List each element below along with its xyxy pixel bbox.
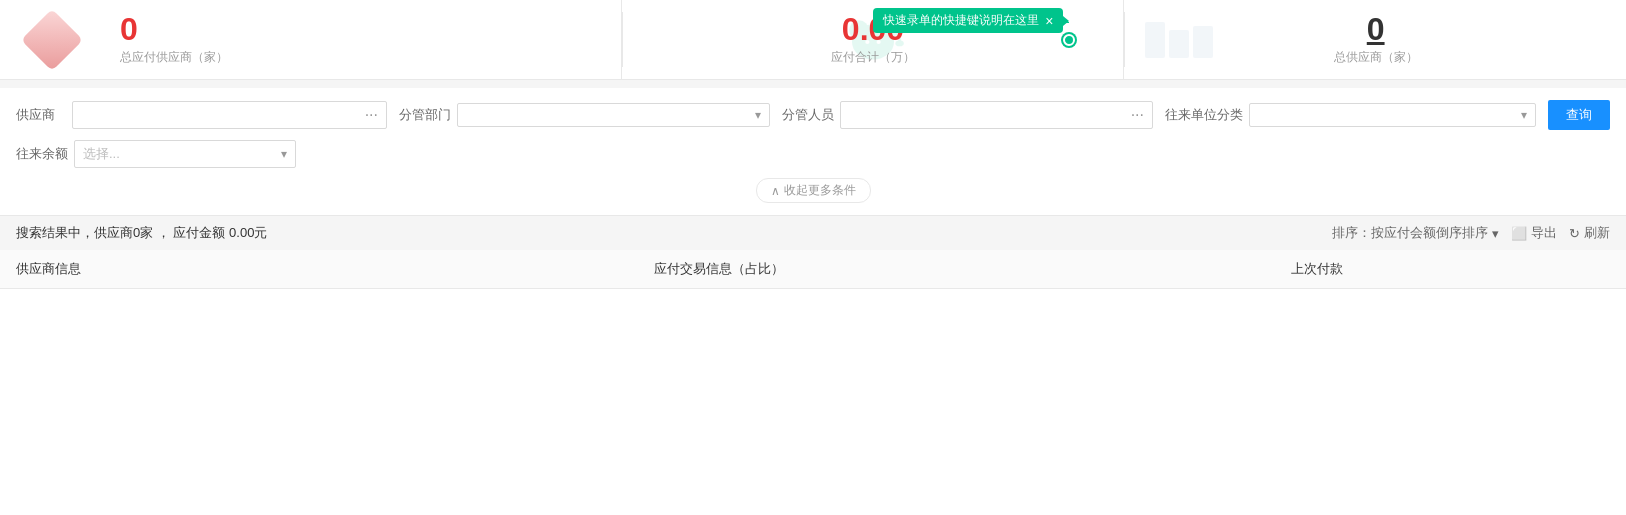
collapse-button[interactable]: ∧ 收起更多条件 xyxy=(756,178,871,203)
payable-suppliers-label: 总应付供应商（家） xyxy=(120,49,228,66)
stat-card-payable-suppliers: 0 总应付供应商（家） xyxy=(0,0,622,79)
table-col-supplier-info: 供应商信息 xyxy=(16,260,654,278)
table-body xyxy=(0,289,1626,515)
balance-placeholder: 选择... xyxy=(83,145,120,163)
result-amount: 应付金额 0.00元 xyxy=(173,225,267,240)
stats-section: 0 总应付供应商（家） 0.00 应付合计（万） 快速录单的快捷 xyxy=(0,0,1626,80)
balance-filter: 往来余额 选择... ▾ xyxy=(16,140,296,168)
filter-row-2: 往来余额 选择... ▾ xyxy=(16,140,1610,168)
refresh-icon: ↻ xyxy=(1569,226,1580,241)
department-arrow-icon: ▾ xyxy=(755,108,761,122)
result-info: 搜索结果中，供应商0家 ， 应付金额 0.00元 xyxy=(16,224,267,242)
total-suppliers-label: 总供应商（家） xyxy=(1334,49,1418,66)
collapse-arrow-icon: ∧ xyxy=(771,184,780,198)
sort-label: 排序：按应付会额倒序排序 xyxy=(1332,224,1488,242)
department-filter: 分管部门 ▾ xyxy=(399,103,770,127)
stat-card-payable-total: 0.00 应付合计（万） 快速录单的快捷键说明在这里 × xyxy=(623,0,1125,79)
person-input[interactable] xyxy=(849,108,1131,123)
department-select[interactable]: ▾ xyxy=(457,103,770,127)
result-text: 搜索结果中，供应商0家 xyxy=(16,225,153,240)
balance-label: 往来余额 xyxy=(16,145,68,163)
export-icon: ⬜ xyxy=(1511,226,1527,241)
person-input-wrapper[interactable]: ··· xyxy=(840,101,1153,129)
tooltip-dot xyxy=(1063,34,1075,46)
tooltip-text: 快速录单的快捷键说明在这里 xyxy=(883,12,1039,29)
stat-card-total-suppliers: 0 总供应商（家） xyxy=(1125,0,1626,79)
supplier-label: 供应商 xyxy=(16,106,66,124)
unit-category-filter: 往来单位分类 ▾ xyxy=(1165,103,1536,127)
shortcut-tooltip: 快速录单的快捷键说明在这里 × xyxy=(873,8,1063,33)
balance-select[interactable]: 选择... ▾ xyxy=(74,140,296,168)
supplier-input-wrapper[interactable]: ··· xyxy=(72,101,387,129)
collapse-row: ∧ 收起更多条件 xyxy=(16,178,1610,203)
person-label: 分管人员 xyxy=(782,106,834,124)
total-suppliers-content: 0 总供应商（家） xyxy=(1334,13,1418,66)
table-header: 供应商信息 应付交易信息（占比） 上次付款 xyxy=(0,250,1626,289)
export-label: 导出 xyxy=(1531,224,1557,242)
bg-boxes xyxy=(1145,22,1213,58)
supplier-input[interactable] xyxy=(81,108,365,123)
person-dots-icon[interactable]: ··· xyxy=(1131,106,1144,124)
result-bar: 搜索结果中，供应商0家 ， 应付金额 0.00元 排序：按应付会额倒序排序 ▾ … xyxy=(0,216,1626,250)
filter-row-1: 供应商 ··· 分管部门 ▾ 分管人员 ··· 往来单位分类 xyxy=(16,100,1610,130)
balance-arrow-icon: ▾ xyxy=(281,147,287,161)
payable-total-label: 应付合计（万） xyxy=(831,49,915,66)
result-bar-actions: 排序：按应付会额倒序排序 ▾ ⬜ 导出 ↻ 刷新 xyxy=(1332,224,1610,242)
query-button[interactable]: 查询 xyxy=(1548,100,1610,130)
sort-arrow-icon: ▾ xyxy=(1492,226,1499,241)
refresh-label: 刷新 xyxy=(1584,224,1610,242)
unit-category-arrow-icon: ▾ xyxy=(1521,108,1527,122)
unit-category-select[interactable]: ▾ xyxy=(1249,103,1536,127)
sort-button[interactable]: 排序：按应付会额倒序排序 ▾ xyxy=(1332,224,1499,242)
person-filter: 分管人员 ··· xyxy=(782,101,1153,129)
supplier-filter: 供应商 ··· xyxy=(16,101,387,129)
unit-category-label: 往来单位分类 xyxy=(1165,106,1243,124)
supplier-dots-icon[interactable]: ··· xyxy=(365,106,378,124)
table-section: 供应商信息 应付交易信息（占比） 上次付款 xyxy=(0,250,1626,515)
filter-section: 供应商 ··· 分管部门 ▾ 分管人员 ··· 往来单位分类 xyxy=(0,88,1626,216)
table-col-last-payment: 上次付款 xyxy=(1291,260,1610,278)
result-separator: ， xyxy=(157,225,170,240)
collapse-label: 收起更多条件 xyxy=(784,182,856,199)
export-button[interactable]: ⬜ 导出 xyxy=(1511,224,1557,242)
department-label: 分管部门 xyxy=(399,106,451,124)
diamond-icon xyxy=(30,18,74,62)
tooltip-close-btn[interactable]: × xyxy=(1045,14,1053,28)
payable-suppliers-count: 0 xyxy=(120,13,138,45)
table-col-payable-info: 应付交易信息（占比） xyxy=(654,260,1292,278)
refresh-button[interactable]: ↻ 刷新 xyxy=(1569,224,1610,242)
total-suppliers-count: 0 xyxy=(1367,13,1385,45)
